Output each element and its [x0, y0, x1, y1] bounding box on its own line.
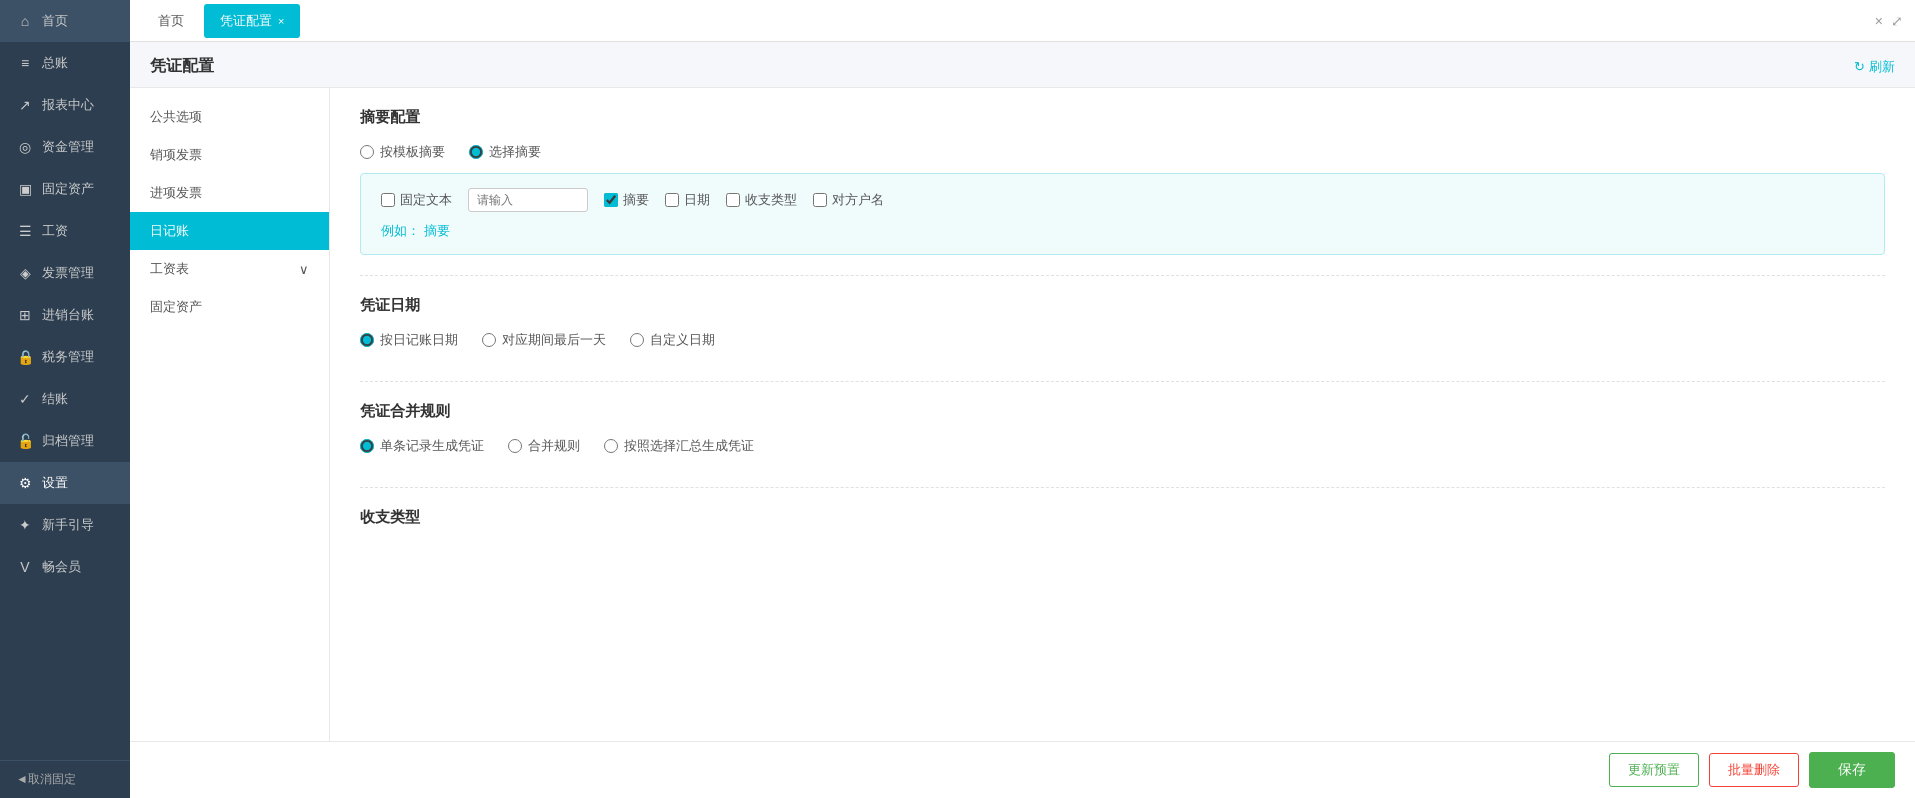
fixed-text-input[interactable]: [468, 188, 588, 212]
minimize-icon[interactable]: ×: [1875, 13, 1883, 29]
checkbox-fixed-text[interactable]: 固定文本: [381, 191, 452, 209]
sidebar-item-tax[interactable]: 🔒 税务管理: [0, 336, 130, 378]
tax-icon: 🔒: [16, 349, 34, 365]
sidebar-item-assets[interactable]: ▣ 固定资产: [0, 168, 130, 210]
page-title: 凭证配置: [150, 56, 214, 77]
sidebar-item-invoice-mgmt[interactable]: ◈ 发票管理: [0, 252, 130, 294]
radio-single-record-input[interactable]: [360, 439, 374, 453]
summary-config-box: 固定文本 摘要 日期 收支类型: [360, 173, 1885, 255]
tab-close-icon[interactable]: ×: [278, 15, 284, 27]
tab-actions: × ⤢: [1875, 13, 1903, 29]
sidebar-item-closing[interactable]: ✓ 结账: [0, 378, 130, 420]
tab-voucher-config[interactable]: 凭证配置 ×: [204, 4, 300, 38]
radio-single-record[interactable]: 单条记录生成凭证: [360, 437, 484, 455]
radio-template-summary[interactable]: 按模板摘要: [360, 143, 445, 161]
main-area: 首页 凭证配置 × × ⤢ 凭证配置 ↻ 刷新 公共选项 销项发票 进项: [130, 0, 1915, 798]
checkbox-income-type[interactable]: 收支类型: [726, 191, 797, 209]
checkbox-summary-input[interactable]: [604, 193, 618, 207]
radio-custom-date[interactable]: 自定义日期: [630, 331, 715, 349]
radio-custom-date-input[interactable]: [630, 333, 644, 347]
salary-icon: ☰: [16, 223, 34, 239]
chevron-down-icon: ∨: [299, 262, 309, 277]
radio-journal-date[interactable]: 按日记账日期: [360, 331, 458, 349]
fullscreen-icon[interactable]: ⤢: [1891, 13, 1903, 29]
radio-select-aggregate[interactable]: 按照选择汇总生成凭证: [604, 437, 754, 455]
checkbox-date-input[interactable]: [665, 193, 679, 207]
checkbox-counterparty[interactable]: 对方户名: [813, 191, 884, 209]
purchase-sales-icon: ⊞: [16, 307, 34, 323]
settings-icon: ⚙: [16, 475, 34, 491]
page-header: 凭证配置 ↻ 刷新: [130, 42, 1915, 88]
home-icon: ⌂: [16, 13, 34, 29]
sidebar-item-reports[interactable]: ↗ 报表中心: [0, 84, 130, 126]
invoice-mgmt-icon: ◈: [16, 265, 34, 281]
radio-select-summary-input[interactable]: [469, 145, 483, 159]
summary-section: 摘要配置 按模板摘要 选择摘要 固定文本: [360, 108, 1885, 276]
checkbox-summary[interactable]: 摘要: [604, 191, 649, 209]
income-type-section: 收支类型: [360, 508, 1885, 563]
sidebar-item-archive[interactable]: 🔓 归档管理: [0, 420, 130, 462]
sidebar-item-ledger[interactable]: ≡ 总账: [0, 42, 130, 84]
save-button[interactable]: 保存: [1809, 752, 1895, 788]
summary-checkbox-group: 固定文本 摘要 日期 收支类型: [381, 188, 1864, 212]
checkbox-fixed-text-input[interactable]: [381, 193, 395, 207]
left-nav-payroll[interactable]: 工资表 ∨: [130, 250, 329, 288]
left-nav-journal[interactable]: 日记账: [130, 212, 329, 250]
radio-template-summary-input[interactable]: [360, 145, 374, 159]
radio-journal-date-input[interactable]: [360, 333, 374, 347]
reports-icon: ↗: [16, 97, 34, 113]
date-title: 凭证日期: [360, 296, 1885, 315]
summary-example: 例如： 摘要: [381, 222, 1864, 240]
radio-due-date-input[interactable]: [482, 333, 496, 347]
sidebar-item-funds[interactable]: ◎ 资金管理: [0, 126, 130, 168]
radio-due-date[interactable]: 对应期间最后一天: [482, 331, 606, 349]
merge-title: 凭证合并规则: [360, 402, 1885, 421]
right-content: 摘要配置 按模板摘要 选择摘要 固定文本: [330, 88, 1915, 741]
update-preview-button[interactable]: 更新预置: [1609, 753, 1699, 787]
left-nav: 公共选项 销项发票 进项发票 日记账 工资表 ∨ 固定资产: [130, 88, 330, 741]
sidebar-item-salary[interactable]: ☰ 工资: [0, 210, 130, 252]
left-nav-public[interactable]: 公共选项: [130, 98, 329, 136]
radio-merge-rule-input[interactable]: [508, 439, 522, 453]
member-icon: V: [16, 559, 34, 575]
checkbox-date[interactable]: 日期: [665, 191, 710, 209]
guide-icon: ✦: [16, 517, 34, 533]
archive-icon: 🔓: [16, 433, 34, 449]
ledger-icon: ≡: [16, 55, 34, 71]
radio-merge-rule[interactable]: 合并规则: [508, 437, 580, 455]
tab-bar: 首页 凭证配置 × × ⤢: [130, 0, 1915, 42]
tab-home[interactable]: 首页: [142, 4, 200, 38]
bottom-bar: 更新预置 批量删除 保存: [130, 741, 1915, 798]
sidebar-item-guide[interactable]: ✦ 新手引导: [0, 504, 130, 546]
date-section: 凭证日期 按日记账日期 对应期间最后一天 自定义日期: [360, 296, 1885, 382]
left-nav-sales-invoice[interactable]: 销项发票: [130, 136, 329, 174]
content-area: 公共选项 销项发票 进项发票 日记账 工资表 ∨ 固定资产 摘要配置: [130, 88, 1915, 741]
sidebar-item-purchase-sales[interactable]: ⊞ 进销台账: [0, 294, 130, 336]
sidebar: ⌂ 首页 ≡ 总账 ↗ 报表中心 ◎ 资金管理 ▣ 固定资产 ☰ 工资 ◈ 发票…: [0, 0, 130, 798]
merge-section: 凭证合并规则 单条记录生成凭证 合并规则 按照选择汇总生成凭证: [360, 402, 1885, 488]
refresh-icon: ↻: [1854, 59, 1865, 74]
batch-delete-button[interactable]: 批量删除: [1709, 753, 1799, 787]
closing-icon: ✓: [16, 391, 34, 407]
date-radio-group: 按日记账日期 对应期间最后一天 自定义日期: [360, 331, 1885, 349]
sidebar-item-home[interactable]: ⌂ 首页: [0, 0, 130, 42]
left-nav-purchase-invoice[interactable]: 进项发票: [130, 174, 329, 212]
left-nav-fixed-assets[interactable]: 固定资产: [130, 288, 329, 326]
sidebar-item-member[interactable]: V 畅会员: [0, 546, 130, 588]
assets-icon: ▣: [16, 181, 34, 197]
merge-radio-group: 单条记录生成凭证 合并规则 按照选择汇总生成凭证: [360, 437, 1885, 455]
sidebar-item-settings[interactable]: ⚙ 设置: [0, 462, 130, 504]
summary-title: 摘要配置: [360, 108, 1885, 127]
funds-icon: ◎: [16, 139, 34, 155]
refresh-button[interactable]: ↻ 刷新: [1854, 58, 1895, 76]
radio-select-aggregate-input[interactable]: [604, 439, 618, 453]
checkbox-income-type-input[interactable]: [726, 193, 740, 207]
radio-select-summary[interactable]: 选择摘要: [469, 143, 541, 161]
summary-radio-group: 按模板摘要 选择摘要: [360, 143, 1885, 161]
income-type-title: 收支类型: [360, 508, 1885, 527]
checkbox-counterparty-input[interactable]: [813, 193, 827, 207]
sidebar-unpin-button[interactable]: ◄取消固定: [0, 760, 130, 798]
